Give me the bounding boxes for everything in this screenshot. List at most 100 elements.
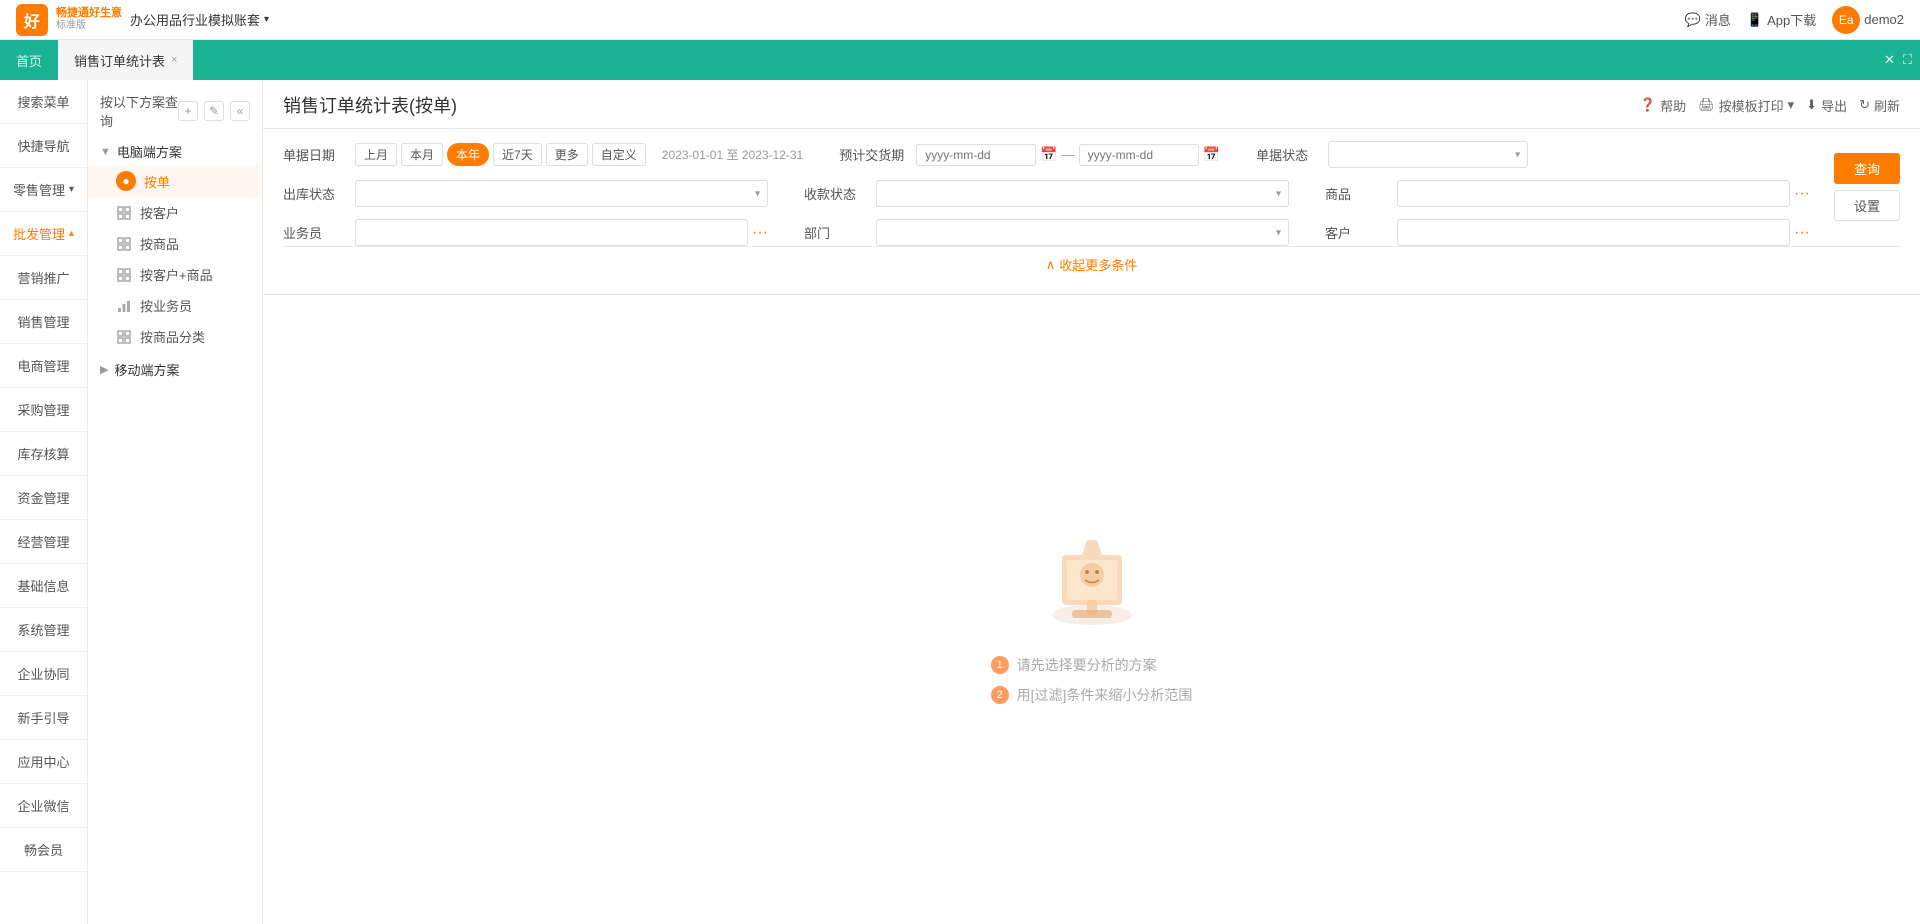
scheme-icon-salesperson (116, 298, 132, 314)
sidebar-item-search[interactable]: 搜索菜单 (0, 80, 87, 124)
avatar: Ea (1832, 6, 1860, 34)
right-panel: 销售订单统计表(按单) ❓ 帮助 🖨 按模板打印 ▾ ⬇ 导出 (263, 80, 1920, 924)
date-shortcuts: 上月 本月 本年 近7天 更多 自定义 (355, 143, 646, 166)
salesperson-input[interactable] (355, 219, 748, 246)
sidebar-item-member[interactable]: 畅会员 (0, 828, 87, 872)
expected-date-end[interactable] (1079, 144, 1199, 166)
sidebar-item-quick-nav[interactable]: 快捷导航 (0, 124, 87, 168)
help-button[interactable]: ❓ 帮助 (1640, 96, 1686, 115)
date-btn-last-month[interactable]: 上月 (355, 143, 397, 166)
mobile-icon: 📱 (1747, 12, 1763, 28)
action-buttons: 查询 设置 (1822, 141, 1900, 233)
expected-date-start[interactable] (916, 144, 1036, 166)
window-maximize-icon[interactable]: ⛶ (1903, 52, 1912, 68)
sidebar-item-finance[interactable]: 资金管理 (0, 476, 87, 520)
sidebar: 搜索菜单 快捷导航 零售管理 ▾ 批发管理 ▴ 营销推广 销售管理 电商管理 采… (0, 80, 88, 924)
payment-label: 收款状态 (804, 184, 864, 203)
scheme-item-by-customer-goods[interactable]: 按客户+商品 (88, 259, 262, 290)
tab-sales-order-stats[interactable]: 销售订单统计表 × (58, 40, 193, 80)
tab-home[interactable]: 首页 (0, 40, 58, 80)
sidebar-item-retail[interactable]: 零售管理 ▾ (0, 168, 87, 212)
export-button[interactable]: ⬇ 导出 (1806, 96, 1847, 115)
edit-scheme-button[interactable]: ✎ (204, 101, 224, 121)
mobile-scheme-category[interactable]: ▶ 移动端方案 (88, 356, 262, 383)
add-scheme-button[interactable]: + (178, 101, 198, 121)
delivery-label: 出库状态 (283, 184, 343, 203)
scheme-item-by-order[interactable]: ● 按单 (88, 165, 262, 197)
export-icon: ⬇ (1806, 97, 1817, 113)
scheme-item-by-goods[interactable]: 按商品 (88, 228, 262, 259)
empty-step-2: 2 用[过滤]条件来缩小分析范围 (991, 685, 1193, 705)
calendar-icon-end: 📅 (1203, 146, 1220, 163)
settings-button[interactable]: 设置 (1834, 190, 1900, 221)
sidebar-item-enterprise[interactable]: 企业协同 (0, 652, 87, 696)
goods-label: 商品 (1325, 184, 1385, 203)
scheme-panel-header: 按以下方案查询 + ✎ « (88, 88, 262, 138)
department-select[interactable] (876, 219, 1289, 246)
tabbar: 首页 销售订单统计表 × ✕ ⛶ (0, 40, 1920, 80)
date-filter-row: 单据日期 上月 本月 本年 近7天 更多 自定义 2023-01-01 至 20… (283, 141, 1810, 168)
sidebar-item-marketing[interactable]: 营销推广 (0, 256, 87, 300)
sidebar-item-basic-info[interactable]: 基础信息 (0, 564, 87, 608)
window-close-icon[interactable]: ✕ (1884, 52, 1895, 68)
tab-close-icon[interactable]: × (171, 54, 177, 66)
delivery-select[interactable] (355, 180, 768, 207)
salesperson-more-button[interactable]: ··· (752, 224, 768, 242)
goods-input[interactable] (1397, 180, 1790, 207)
sidebar-item-system[interactable]: 系统管理 (0, 608, 87, 652)
calendar-icon-start: 📅 (1040, 146, 1057, 163)
sidebar-item-wholesale[interactable]: 批发管理 ▴ (0, 212, 87, 256)
active-scheme-badge: ● (116, 171, 136, 191)
expand-icon: ▼ (100, 146, 111, 158)
scheme-item-by-salesperson[interactable]: 按业务员 (88, 290, 262, 321)
collapse-scheme-panel-button[interactable]: « (230, 101, 250, 121)
date-btn-7days[interactable]: 近7天 (493, 143, 542, 166)
filter-area: 单据日期 上月 本月 本年 近7天 更多 自定义 2023-01-01 至 20… (263, 129, 1920, 295)
date-separator: — (1062, 147, 1075, 162)
status-filter-label: 单据状态 (1256, 145, 1316, 164)
scheme-item-by-customer[interactable]: 按客户 (88, 197, 262, 228)
print-button[interactable]: 🖨 按模板打印 ▾ (1698, 96, 1794, 115)
sidebar-item-wechat[interactable]: 企业微信 (0, 784, 87, 828)
sidebar-item-ecommerce[interactable]: 电商管理 (0, 344, 87, 388)
goods-more-button[interactable]: ··· (1794, 185, 1810, 203)
account-switcher[interactable]: 办公用品行业模拟账套 ▾ (130, 10, 269, 29)
message-button[interactable]: 💬 消息 (1685, 10, 1731, 29)
print-icon: 🖨 (1698, 97, 1715, 113)
sidebar-item-operations[interactable]: 经营管理 (0, 520, 87, 564)
sidebar-item-guide[interactable]: 新手引导 (0, 696, 87, 740)
date-btn-this-year[interactable]: 本年 (447, 143, 489, 166)
collapse-up-icon: ∧ (1046, 257, 1056, 273)
customer-more-button[interactable]: ··· (1794, 224, 1810, 242)
page-title: 销售订单统计表(按单) (283, 92, 457, 118)
topbar-left: 好 畅捷通好生意 标准版 办公用品行业模拟账套 ▾ (16, 4, 269, 36)
tabbar-controls: ✕ ⛶ (1884, 52, 1920, 68)
scheme-icon-customer-goods (116, 267, 132, 283)
payment-select[interactable] (876, 180, 1289, 207)
search-button[interactable]: 查询 (1834, 153, 1900, 184)
customer-input[interactable] (1397, 219, 1790, 246)
department-label: 部门 (804, 223, 864, 242)
sidebar-item-purchase[interactable]: 采购管理 (0, 388, 87, 432)
app-logo: 好 (16, 4, 48, 36)
date-btn-this-month[interactable]: 本月 (401, 143, 443, 166)
page-header-actions: ❓ 帮助 🖨 按模板打印 ▾ ⬇ 导出 ↻ 刷新 (1640, 96, 1900, 115)
app-download-button[interactable]: 📱 App下载 (1747, 10, 1816, 29)
date-btn-custom[interactable]: 自定义 (592, 143, 646, 166)
date-btn-more[interactable]: 更多 (546, 143, 588, 166)
scheme-item-by-category[interactable]: 按商品分类 (88, 321, 262, 352)
collapse-bar[interactable]: ∧ 收起更多条件 (283, 246, 1900, 282)
scheme-icon-customer (116, 205, 132, 221)
desktop-scheme-category[interactable]: ▼ 电脑端方案 (88, 138, 262, 165)
status-select[interactable] (1328, 141, 1528, 168)
topbar: 好 畅捷通好生意 标准版 办公用品行业模拟账套 ▾ 💬 消息 📱 App下载 E… (0, 0, 1920, 40)
sidebar-item-sales[interactable]: 销售管理 (0, 300, 87, 344)
sidebar-item-inventory[interactable]: 库存核算 (0, 432, 87, 476)
user-menu[interactable]: Ea demo2 (1832, 6, 1904, 34)
empty-steps: 1 请先选择要分析的方案 2 用[过滤]条件来缩小分析范围 (991, 655, 1193, 705)
refresh-button[interactable]: ↻ 刷新 (1859, 96, 1900, 115)
sidebar-item-apps[interactable]: 应用中心 (0, 740, 87, 784)
content-area: 按以下方案查询 + ✎ « ▼ 电脑端方案 ● (88, 80, 1920, 924)
refresh-icon: ↻ (1859, 97, 1870, 113)
step-num-1: 1 (991, 656, 1009, 674)
